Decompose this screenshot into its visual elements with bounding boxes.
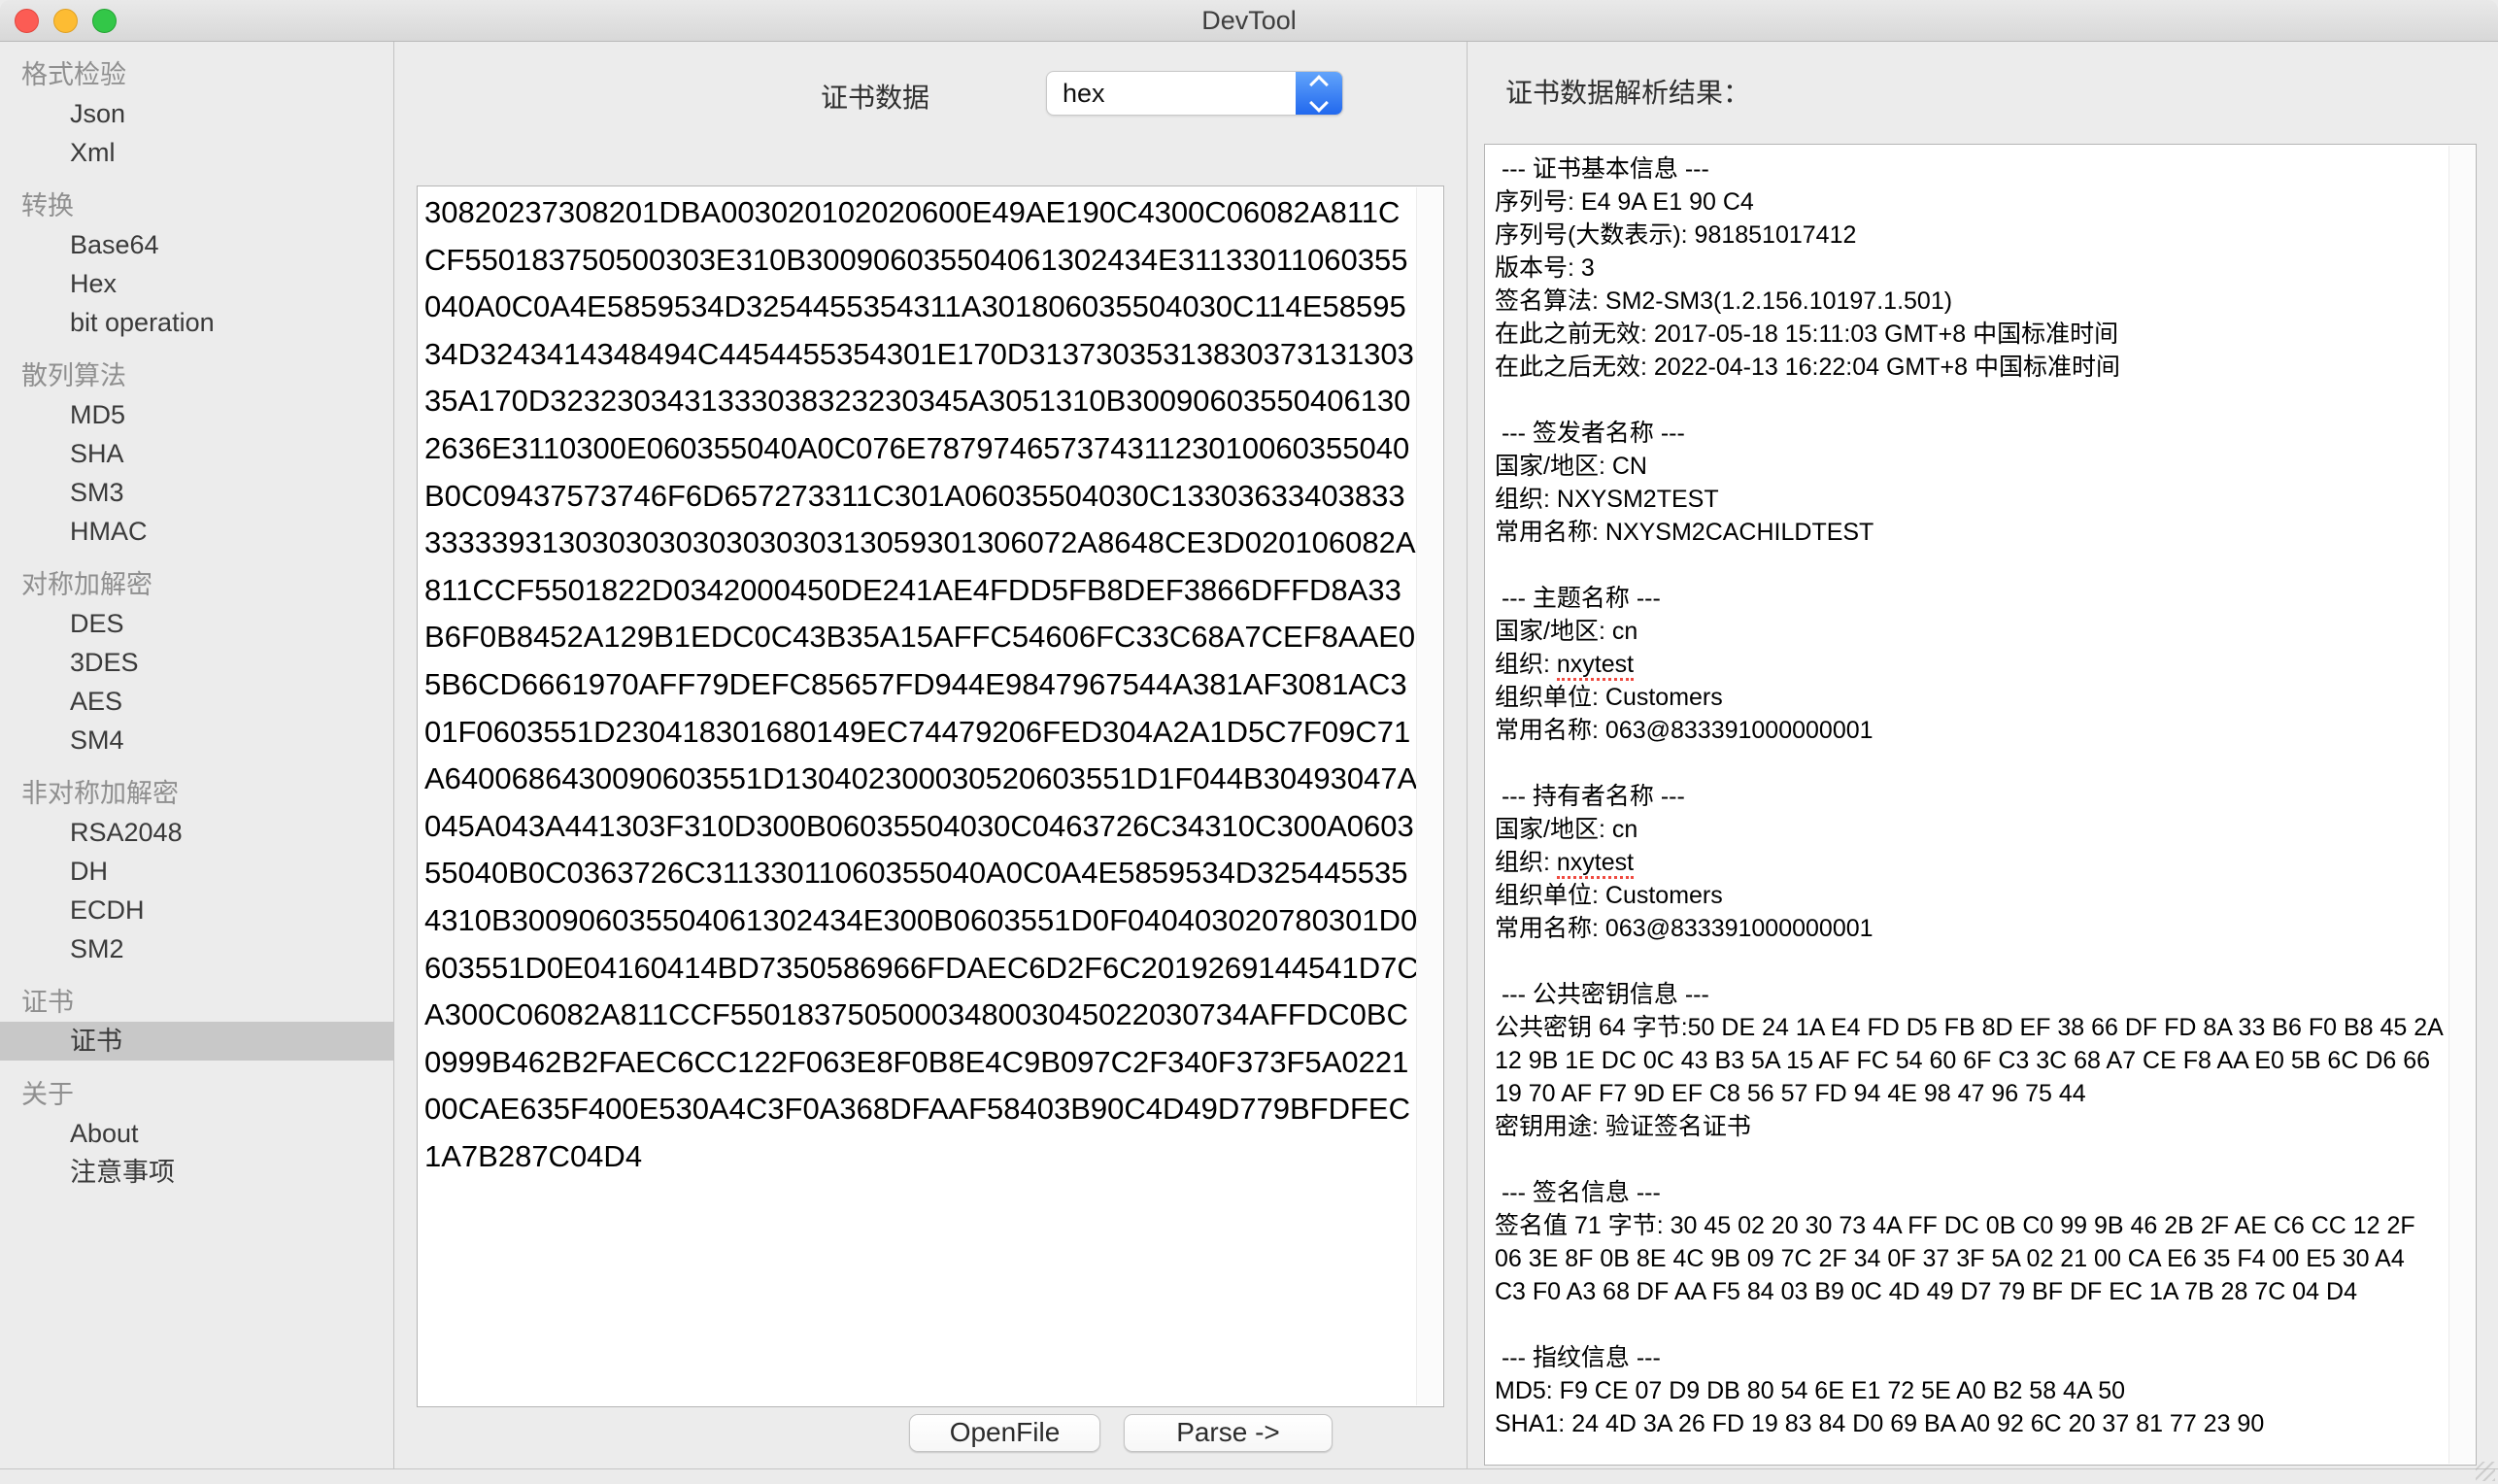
misspelled-word: nxytest [1557,651,1634,681]
format-select[interactable]: hex [1046,71,1343,116]
result-line: SHA1: 24 4D 3A 26 FD 19 83 84 D0 69 BA A… [1495,1407,2445,1440]
result-line: --- 签名信息 --- [1495,1176,2445,1209]
result-line: 组织单位: Customers [1495,879,2445,912]
chevron-down-icon [1309,93,1329,113]
title-bar[interactable]: DevTool [0,0,2498,42]
resize-grip[interactable] [2476,1462,2495,1481]
result-line: MD5: F9 CE 07 D9 DB 80 54 6E E1 72 5E A0… [1495,1374,2445,1407]
sidebar-item-sm3[interactable]: SM3 [0,473,393,512]
sidebar-item-md5[interactable]: MD5 [0,395,393,434]
select-stepper-icon [1296,72,1342,115]
certificate-data-label: 证书数据 [821,79,929,118]
sidebar-item-sm2[interactable]: SM2 [0,929,393,968]
result-line: 签名值 71 字节: 30 45 02 20 30 73 4A FF DC 0B… [1495,1209,2445,1242]
sidebar-item-hex[interactable]: Hex [0,264,393,303]
sidebar-item-dh[interactable]: DH [0,852,393,891]
result-line: 组织: nxytest [1495,648,2445,681]
sidebar-item-hmac[interactable]: HMAC [0,512,393,551]
sidebar-item-注意事项[interactable]: 注意事项 [0,1153,393,1192]
sidebar-group-label: 对称加解密 [0,565,393,604]
result-line: 组织: NXYSM2TEST [1495,483,2445,516]
result-line: 12 9B 1E DC 0C 43 B3 5A 15 AF FC 54 60 6… [1495,1044,2445,1077]
sidebar-item-about[interactable]: About [0,1114,393,1153]
sidebar-item-base64[interactable]: Base64 [0,225,393,264]
result-line: 密钥用途: 验证签名证书 [1495,1110,2445,1143]
result-line: 版本号: 3 [1495,252,2445,285]
result-line: 组织单位: Customers [1495,681,2445,714]
hex-scrollbar-track[interactable] [1416,187,1442,1405]
result-line: 常用名称: 063@833391000000001 [1495,912,2445,945]
result-line: --- 持有者名称 --- [1495,780,2445,813]
result-line: --- 公共密钥信息 --- [1495,978,2445,1011]
result-line: --- 证书基本信息 --- [1495,152,2445,186]
sidebar-item-证书[interactable]: 证书 [0,1022,393,1061]
sidebar-item-json[interactable]: Json [0,94,393,133]
result-line: --- 签发者名称 --- [1495,417,2445,450]
sidebar-item-ecdh[interactable]: ECDH [0,891,393,929]
certificate-input-panel: 证书数据 hex 30820237308201DBA00302010202060… [395,42,1466,1468]
result-line: 06 3E 8F 0B 8E 4C 9B 09 7C 2F 34 0F 37 3… [1495,1242,2445,1275]
sidebar-item-3des[interactable]: 3DES [0,643,393,682]
app-window: DevTool 格式检验JsonXml 转换Base64Hexbit operat… [0,0,2498,1484]
result-line: 序列号: E4 9A E1 90 C4 [1495,186,2445,219]
window-title: DevTool [0,0,2498,41]
result-line: 签名算法: SM2-SM3(1.2.156.10197.1.501) [1495,285,2445,318]
certificate-hex-textarea[interactable]: 30820237308201DBA003020102020600E49AE190… [417,186,1444,1407]
sidebar-item-des[interactable]: DES [0,604,393,643]
sidebar-item-rsa2048[interactable]: RSA2048 [0,813,393,852]
sidebar-item-xml[interactable]: Xml [0,133,393,172]
sidebar-group-label: 散列算法 [0,356,393,395]
certificate-hex-input[interactable]: 30820237308201DBA003020102020600E49AE190… [418,186,1416,1406]
open-file-button[interactable]: OpenFile [909,1414,1100,1452]
result-line: 常用名称: 063@833391000000001 [1495,714,2445,747]
parse-results-panel[interactable]: --- 证书基本信息 ---序列号: E4 9A E1 90 C4序列号(大数表… [1484,144,2477,1466]
result-line: 国家/地区: cn [1495,615,2445,648]
result-line: 19 70 AF F7 9D EF C8 56 57 FD 94 4E 98 4… [1495,1077,2445,1110]
window-bottom-edge [0,1468,2498,1484]
parse-result-panel: 证书数据解析结果： --- 证书基本信息 ---序列号: E4 9A E1 90… [1467,42,2498,1468]
result-line: 国家/地区: cn [1495,813,2445,846]
misspelled-word: nxytest [1557,849,1634,879]
sidebar-group-label: 非对称加解密 [0,774,393,813]
sidebar-group-label: 证书 [0,983,393,1022]
sidebar-group-label: 关于 [0,1075,393,1114]
result-line: 序列号(大数表示): 981851017412 [1495,219,2445,252]
result-line: C3 F0 A3 68 DF AA F5 84 03 B9 0C 4D 49 D… [1495,1275,2445,1308]
parse-result-label: 证书数据解析结果： [1505,74,1750,113]
result-line: 在此之前无效: 2017-05-18 15:11:03 GMT+8 中国标准时间 [1495,318,2445,351]
sidebar-item-sha[interactable]: SHA [0,434,393,473]
sidebar: 格式检验JsonXml 转换Base64Hexbit operation 散列算法M… [0,42,394,1468]
sidebar-groups: 格式检验JsonXml 转换Base64Hexbit operation 散列算法M… [0,55,393,1192]
result-line: 常用名称: NXYSM2CACHILDTEST [1495,516,2445,549]
result-line: 组织: nxytest [1495,846,2445,879]
parse-button[interactable]: Parse -> [1124,1414,1333,1452]
sidebar-group-label: 格式检验 [0,55,393,94]
result-line: 国家/地区: CN [1495,450,2445,483]
sidebar-item-bit-operation[interactable]: bit operation [0,303,393,342]
sidebar-group-label: 转换 [0,186,393,225]
chevron-up-icon [1309,75,1329,94]
result-line: --- 指纹信息 --- [1495,1341,2445,1374]
sidebar-item-sm4[interactable]: SM4 [0,721,393,759]
format-select-value: hex [1063,72,1105,115]
results-scrollbar-track[interactable] [2448,146,2475,1464]
result-line: 公共密钥 64 字节:50 DE 24 1A E4 FD D5 FB 8D EF… [1495,1011,2445,1044]
sidebar-item-aes[interactable]: AES [0,682,393,721]
parse-results-text: --- 证书基本信息 ---序列号: E4 9A E1 90 C4序列号(大数表… [1485,145,2448,1465]
result-line: --- 主题名称 --- [1495,582,2445,615]
result-line: 在此之后无效: 2022-04-13 16:22:04 GMT+8 中国标准时间 [1495,351,2445,384]
